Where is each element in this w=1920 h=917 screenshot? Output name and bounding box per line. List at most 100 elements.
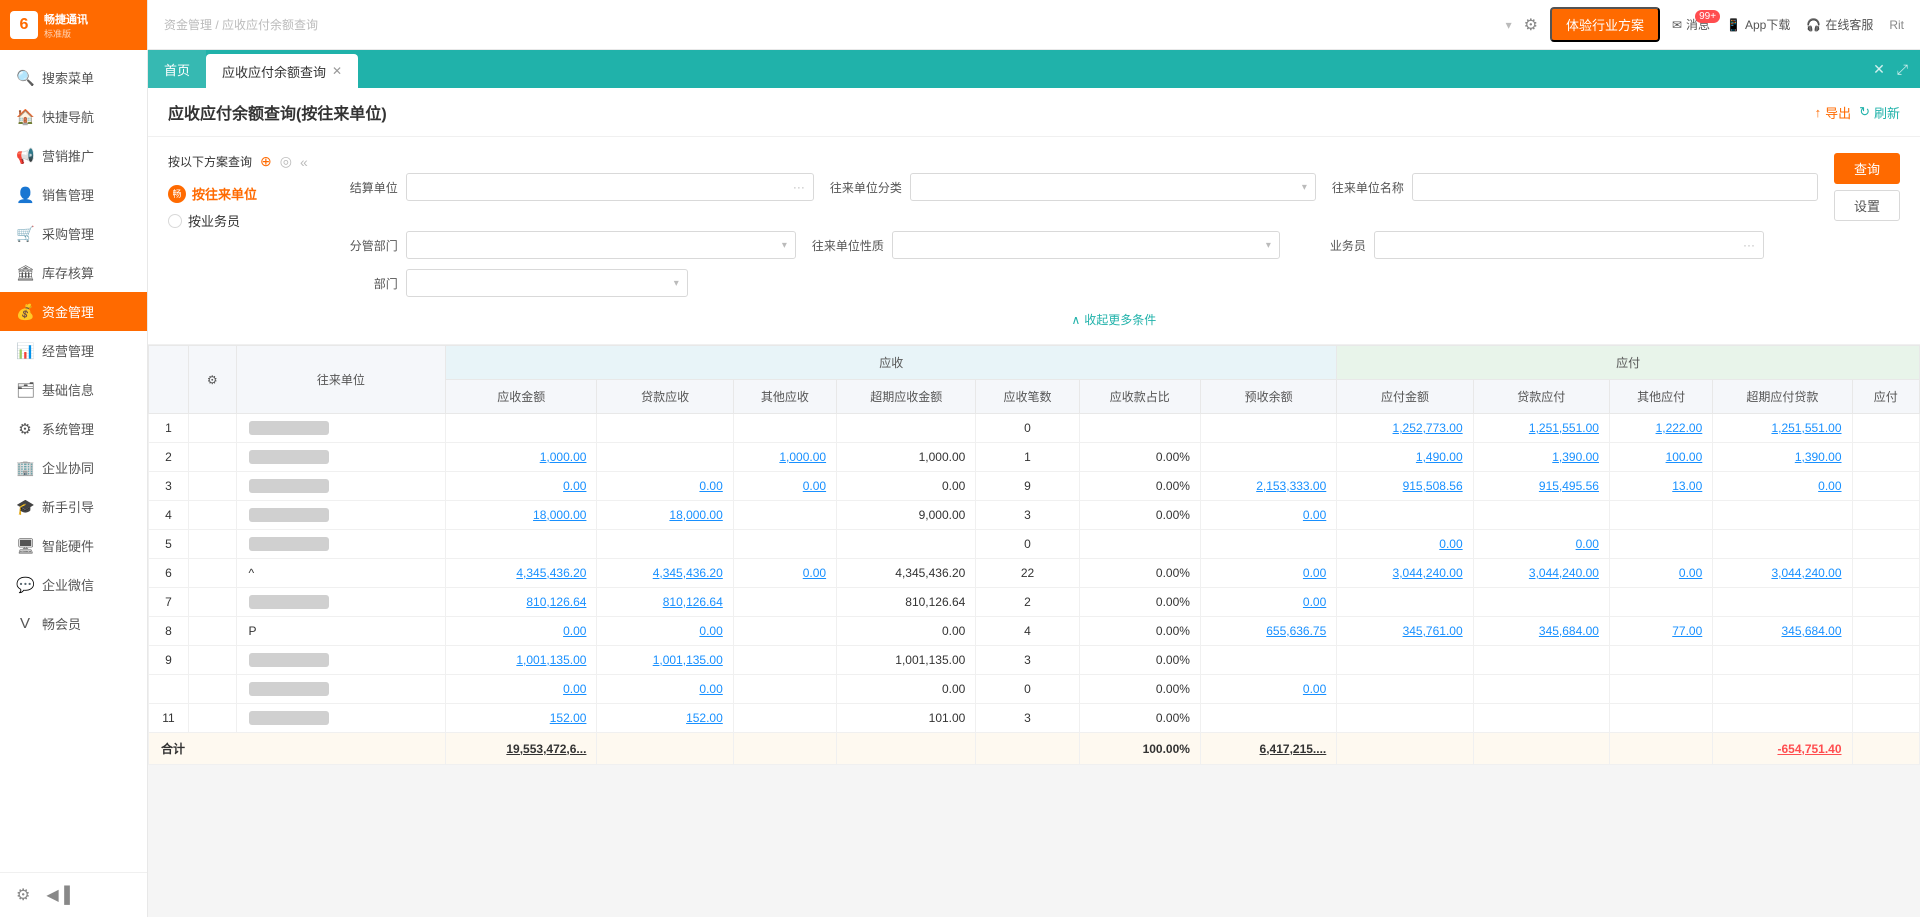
- other-recv-cell[interactable]: 0.00: [733, 472, 836, 501]
- loan-recv-cell[interactable]: 0.00: [597, 617, 733, 646]
- link-value[interactable]: 0.00: [1303, 508, 1326, 522]
- message-button[interactable]: ✉ 消息 99+: [1672, 16, 1710, 33]
- pay-amount-cell[interactable]: 345,761.00: [1337, 617, 1473, 646]
- sidebar-item-search[interactable]: 🔍 搜索菜单: [0, 58, 147, 97]
- sidebar-collapse-icon[interactable]: ◀▐: [46, 885, 70, 905]
- link-value[interactable]: 2,153,333.00: [1256, 479, 1326, 493]
- sidebar-item-operation[interactable]: 📊 经营管理: [0, 331, 147, 370]
- link-value[interactable]: 1,000.00: [779, 450, 826, 464]
- recv-amount-cell[interactable]: 0.00: [446, 617, 597, 646]
- sidebar-item-quicknav[interactable]: 🏠 快捷导航: [0, 97, 147, 136]
- unit-nature-input[interactable]: ▾: [892, 231, 1280, 259]
- loan-recv-cell[interactable]: 1,001,135.00: [597, 646, 733, 675]
- overdue-pay-cell[interactable]: 0.00: [1713, 472, 1852, 501]
- link-value[interactable]: 655,636.75: [1266, 624, 1326, 638]
- other-pay-cell[interactable]: 100.00: [1609, 443, 1712, 472]
- unit-category-input[interactable]: ▾: [910, 173, 1316, 201]
- link-value[interactable]: 18,000.00: [533, 508, 586, 522]
- link-value[interactable]: 1,390.00: [1552, 450, 1599, 464]
- link-value[interactable]: 0.00: [699, 479, 722, 493]
- export-button[interactable]: ↑ 导出: [1815, 103, 1852, 122]
- link-value[interactable]: 0.00: [699, 624, 722, 638]
- link-value[interactable]: 0.00: [563, 682, 586, 696]
- prepay-cell[interactable]: 0.00: [1200, 675, 1336, 704]
- link-value[interactable]: 345,761.00: [1403, 624, 1463, 638]
- method-by-staff[interactable]: 按业务员: [168, 209, 308, 232]
- query-button[interactable]: 查询: [1834, 153, 1900, 184]
- link-value[interactable]: 1,251,551.00: [1771, 421, 1841, 435]
- link-value[interactable]: 152.00: [550, 711, 587, 725]
- pay-amount-cell[interactable]: 915,508.56: [1337, 472, 1473, 501]
- loan-pay-cell[interactable]: 915,495.56: [1473, 472, 1609, 501]
- link-value[interactable]: 0.00: [563, 624, 586, 638]
- dept-manage-input[interactable]: ▾: [406, 231, 796, 259]
- sidebar-item-purchase[interactable]: 🛒 采购管理: [0, 214, 147, 253]
- promo-button[interactable]: 体验行业方案: [1550, 7, 1660, 42]
- prepay-cell[interactable]: 0.00: [1200, 501, 1336, 530]
- add-icon[interactable]: ⊕: [260, 153, 272, 170]
- overdue-pay-cell[interactable]: 3,044,240.00: [1713, 559, 1852, 588]
- sidebar-item-finance[interactable]: 💰 资金管理: [0, 292, 147, 331]
- sidebar-item-hardware[interactable]: 🖥 智能硬件: [0, 526, 147, 565]
- overdue-pay-cell[interactable]: 1,390.00: [1713, 443, 1852, 472]
- link-value[interactable]: 915,508.56: [1403, 479, 1463, 493]
- prepay-cell[interactable]: 0.00: [1200, 559, 1336, 588]
- prepay-cell[interactable]: 0.00: [1200, 588, 1336, 617]
- settings-button[interactable]: 设置: [1834, 190, 1900, 221]
- sidebar-item-guide[interactable]: 🎓 新手引导: [0, 487, 147, 526]
- link-value[interactable]: 1,222.00: [1656, 421, 1703, 435]
- link-value[interactable]: 0.00: [1818, 479, 1841, 493]
- overdue-pay-cell[interactable]: 345,684.00: [1713, 617, 1852, 646]
- recv-amount-cell[interactable]: 18,000.00: [446, 501, 597, 530]
- settlement-input[interactable]: ···: [406, 173, 814, 201]
- sidebar-item-sales[interactable]: 👤 销售管理: [0, 175, 147, 214]
- loan-recv-cell[interactable]: 0.00: [597, 472, 733, 501]
- tab-balance[interactable]: 应收应付余额查询 ✕: [206, 54, 358, 88]
- user-info[interactable]: Rit: [1889, 18, 1904, 32]
- settings-circle-icon[interactable]: ◎: [280, 153, 292, 170]
- sidebar-item-corp[interactable]: 🏢 企业协同: [0, 448, 147, 487]
- other-recv-cell[interactable]: 1,000.00: [733, 443, 836, 472]
- loan-recv-cell[interactable]: 152.00: [597, 704, 733, 733]
- app-download-button[interactable]: 📱 App下载: [1726, 16, 1790, 33]
- link-value[interactable]: 18,000.00: [669, 508, 722, 522]
- loan-recv-cell[interactable]: 810,126.64: [597, 588, 733, 617]
- pay-amount-cell[interactable]: 1,490.00: [1337, 443, 1473, 472]
- footer-receivable[interactable]: 19,553,472,6...: [446, 733, 597, 765]
- link-value[interactable]: 0.00: [563, 479, 586, 493]
- link-value[interactable]: 77.00: [1672, 624, 1702, 638]
- link-value[interactable]: 345,684.00: [1539, 624, 1599, 638]
- sidebar-settings-icon[interactable]: ⚙: [16, 885, 30, 905]
- window-expand-icon[interactable]: ⤢: [1897, 61, 1908, 78]
- other-pay-cell[interactable]: 77.00: [1609, 617, 1712, 646]
- loan-pay-cell[interactable]: 0.00: [1473, 530, 1609, 559]
- sidebar-item-inventory[interactable]: 🏛 库存核算: [0, 253, 147, 292]
- link-value[interactable]: 100.00: [1666, 450, 1703, 464]
- link-value[interactable]: 810,126.64: [526, 595, 586, 609]
- link-value[interactable]: 345,684.00: [1781, 624, 1841, 638]
- link-value[interactable]: 3,044,240.00: [1393, 566, 1463, 580]
- unit-name-input[interactable]: [1412, 173, 1818, 201]
- footer-prepay[interactable]: 6,417,215....: [1200, 733, 1336, 765]
- link-value[interactable]: 3,044,240.00: [1529, 566, 1599, 580]
- link-value[interactable]: 13.00: [1672, 479, 1702, 493]
- service-button[interactable]: 🎧 在线客服: [1806, 16, 1873, 33]
- recv-amount-cell[interactable]: 152.00: [446, 704, 597, 733]
- link-value[interactable]: 1,252,773.00: [1393, 421, 1463, 435]
- recv-amount-cell[interactable]: 4,345,436.20: [446, 559, 597, 588]
- salesperson-input[interactable]: ···: [1374, 231, 1764, 259]
- overdue-pay-cell[interactable]: 1,251,551.00: [1713, 414, 1852, 443]
- loan-pay-cell[interactable]: 1,390.00: [1473, 443, 1609, 472]
- link-value[interactable]: 1,251,551.00: [1529, 421, 1599, 435]
- recv-amount-cell[interactable]: 1,000.00: [446, 443, 597, 472]
- link-value[interactable]: 152.00: [686, 711, 723, 725]
- loan-recv-cell[interactable]: 4,345,436.20: [597, 559, 733, 588]
- link-value[interactable]: 0.00: [1303, 595, 1326, 609]
- pay-amount-cell[interactable]: 3,044,240.00: [1337, 559, 1473, 588]
- sidebar-item-marketing[interactable]: 📢 营销推广: [0, 136, 147, 175]
- link-value[interactable]: 4,345,436.20: [516, 566, 586, 580]
- link-value[interactable]: 0.00: [1679, 566, 1702, 580]
- sidebar-item-system[interactable]: ⚙ 系统管理: [0, 409, 147, 448]
- collapse-left-icon[interactable]: «: [300, 154, 308, 170]
- loan-pay-cell[interactable]: 1,251,551.00: [1473, 414, 1609, 443]
